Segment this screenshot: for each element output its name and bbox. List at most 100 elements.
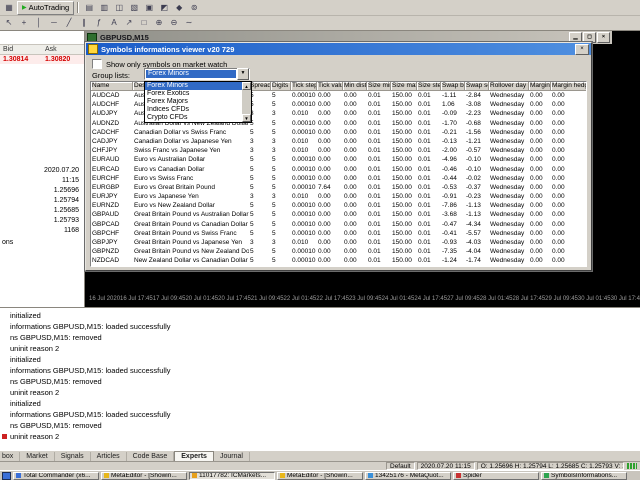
taskbar-button[interactable]: MetaEditor - [Showin... xyxy=(101,471,187,480)
dropdown-item[interactable]: Forex Minors xyxy=(145,82,242,90)
table-row[interactable]: EURGBP Euro vs Great Britain Pound 5 5 0.000… xyxy=(91,183,586,192)
table-row[interactable]: CHFJPY Swiss Franc vs Japanese Yen 3 3 0.010… xyxy=(91,146,586,155)
column-header[interactable]: Rollover day xyxy=(489,82,529,91)
table-row[interactable]: NZDCAD New Zealand Dollar vs Canadian Dol… xyxy=(91,256,586,265)
dropdown-item[interactable]: Indices CFDs xyxy=(145,106,242,114)
table-cell: 0.01 xyxy=(418,147,431,155)
arrow-icon[interactable]: ↗ xyxy=(122,17,136,29)
dropdown-scrollbar[interactable]: ▲ ▼ xyxy=(242,82,251,122)
new-order-icon[interactable]: ▤ xyxy=(82,2,96,14)
horizontal-line-icon[interactable]: ─ xyxy=(47,17,61,29)
channel-icon[interactable]: ∥ xyxy=(77,17,91,29)
column-header[interactable]: Size min xyxy=(367,82,391,91)
market-watch-price-row[interactable]: 1.30814 1.30820 xyxy=(0,55,84,64)
scroll-down-icon[interactable]: ▼ xyxy=(242,114,251,122)
close-icon[interactable]: × xyxy=(575,43,589,55)
crosshair-icon[interactable]: + xyxy=(17,17,31,29)
column-header[interactable]: Digits xyxy=(271,82,291,91)
table-row[interactable]: CADJPY Canadian Dollar vs Japanese Yen 3 3 0… xyxy=(91,137,586,146)
column-header[interactable]: Size step xyxy=(417,82,441,91)
table-cell: 0.00 xyxy=(344,156,357,164)
start-button[interactable] xyxy=(2,471,11,480)
chart-time-axis[interactable]: 16 Jul 2020 16 Jul 17:45 17 Jul 09:45 20 Ju… xyxy=(89,296,640,302)
table-row[interactable]: EURNZD Euro vs New Zealand Dollar 5 5 0.0001… xyxy=(91,201,586,210)
vertical-line-icon[interactable]: │ xyxy=(32,17,46,29)
table-row[interactable]: EURAUD Euro vs Australian Dollar 5 5 0.00010… xyxy=(91,155,586,164)
table-cell: 0.00 xyxy=(552,137,565,145)
zoom-in-icon[interactable]: ⊕ xyxy=(152,17,166,29)
table-row[interactable]: GBPNZD Great Britain Pound vs New Zealand… xyxy=(91,247,586,256)
dialog-titlebar[interactable]: Symbols informations viewer v20 729 × xyxy=(86,43,591,55)
navigator-icon[interactable]: ▧ xyxy=(127,2,141,14)
autotrading-button[interactable]: ▶ AutoTrading xyxy=(17,0,75,15)
log-text: informations GBPUSD,M15: loaded successf… xyxy=(10,322,171,331)
dropdown-item[interactable]: Crypto CFDs xyxy=(145,114,242,122)
experts-log-panel: initialized informations GBPUSD,M15: load… xyxy=(0,307,640,450)
table-cell: 0.00 xyxy=(530,257,543,265)
table-row[interactable]: EURJPY Euro vs Japanese Yen 3 3 0.010 0.00 0.0… xyxy=(91,192,586,201)
trendline-icon[interactable]: ╱ xyxy=(62,17,76,29)
table-row[interactable]: EURCHF Euro vs Swiss Franc 5 5 0.00010 0.00 0.… xyxy=(91,174,586,183)
taskbar-button[interactable]: MetaEditor - [Showin... xyxy=(277,471,363,480)
ask-column-header[interactable]: Ask xyxy=(42,45,84,54)
metaeditor-icon xyxy=(104,473,109,478)
column-header[interactable]: Size max xyxy=(391,82,417,91)
show-only-market-watch-checkbox[interactable] xyxy=(92,59,102,69)
profile-segment[interactable]: Default xyxy=(386,462,415,470)
text-icon[interactable]: A xyxy=(107,17,121,29)
data-window-icon[interactable]: ◫ xyxy=(112,2,126,14)
column-header[interactable]: Tick value xyxy=(317,82,343,91)
taskbar-button[interactable]: Total Commander (x6... xyxy=(13,471,99,480)
group-lists-combobox[interactable]: Forex Minors ▼ xyxy=(144,68,250,80)
table-row[interactable]: GBPCAD Great Britain Pound vs Canadian Do… xyxy=(91,220,586,229)
table-cell: 0.00 xyxy=(318,248,331,256)
column-header[interactable]: Tick step xyxy=(291,82,317,91)
charts-grid-icon[interactable]: ▦ xyxy=(2,2,16,14)
dropdown-item[interactable]: Forex Majors xyxy=(145,98,242,106)
taskbar-button[interactable]: Spider xyxy=(453,471,539,480)
market-watch-header: Bid Ask xyxy=(0,44,84,55)
column-header[interactable]: Swap buy xyxy=(441,82,465,91)
strategy-tester-icon[interactable]: ◩ xyxy=(157,2,171,14)
indicators-icon[interactable]: ∼ xyxy=(182,17,196,29)
timeline-label: 22 Jul 17:45 xyxy=(316,296,349,302)
chevron-down-icon[interactable]: ▼ xyxy=(237,68,249,80)
zoom-out-icon[interactable]: ⊖ xyxy=(167,17,181,29)
terminal-icon[interactable]: ▣ xyxy=(142,2,156,14)
market-watch-icon[interactable]: ▥ xyxy=(97,2,111,14)
column-header[interactable]: Min dist xyxy=(343,82,367,91)
taskbar-button[interactable]: 13425176 - MetaQuot... xyxy=(365,471,451,480)
table-cell: 0.00 xyxy=(552,257,565,265)
data-window-value: 1168 xyxy=(63,227,79,234)
scroll-up-icon[interactable]: ▲ xyxy=(242,82,251,90)
table-cell: 0.01 xyxy=(368,202,381,210)
table-row[interactable]: GBPCHF Great Britain Pound vs Swiss Franc… xyxy=(91,229,586,238)
taskbar-button[interactable]: SymbolsInformations... xyxy=(541,471,627,480)
column-header[interactable]: Spread xyxy=(249,82,271,91)
close-icon[interactable]: × xyxy=(597,32,610,43)
table-row[interactable]: GBPJPY Great Britain Pound vs Japanese Ye… xyxy=(91,238,586,247)
table-cell: -1.11 xyxy=(442,92,457,99)
column-header[interactable]: Margin hedge xyxy=(551,82,586,91)
column-header[interactable]: Margin xyxy=(529,82,551,91)
table-row[interactable]: EURCAD Euro vs Canadian Dollar 5 5 0.00010 0.… xyxy=(91,165,586,174)
taskbar-button-label: Total Commander (x6... xyxy=(23,472,91,479)
options-icon[interactable]: ⊚ xyxy=(187,2,201,14)
table-cell: Wednesday xyxy=(490,248,525,256)
column-header[interactable]: Swap sell xyxy=(465,82,489,91)
cursor-icon[interactable]: ↖ xyxy=(2,17,16,29)
taskbar-button[interactable]: 11017782: ICMarkets... xyxy=(189,471,275,480)
column-header[interactable]: Name xyxy=(91,82,133,91)
bid-column-header[interactable]: Bid xyxy=(0,45,42,54)
shapes-icon[interactable]: □ xyxy=(137,17,151,29)
table-row[interactable]: GBPAUD Great Britain Pound vs Australian … xyxy=(91,210,586,219)
table-row[interactable]: CADCHF Canadian Dollar vs Swiss Franc 5 5 0.… xyxy=(91,128,586,137)
table-cell: 5 xyxy=(250,202,254,210)
dropdown-item[interactable]: Forex Exotics xyxy=(145,90,242,98)
table-cell: 0.01 xyxy=(418,119,431,127)
table-cell: 5 xyxy=(250,248,254,256)
metaeditor-icon[interactable]: ◆ xyxy=(172,2,186,14)
fibonacci-icon[interactable]: ƒ xyxy=(92,17,106,29)
chart-window-title: GBPUSD,M15 xyxy=(100,33,149,42)
table-cell: -3.08 xyxy=(466,101,481,109)
